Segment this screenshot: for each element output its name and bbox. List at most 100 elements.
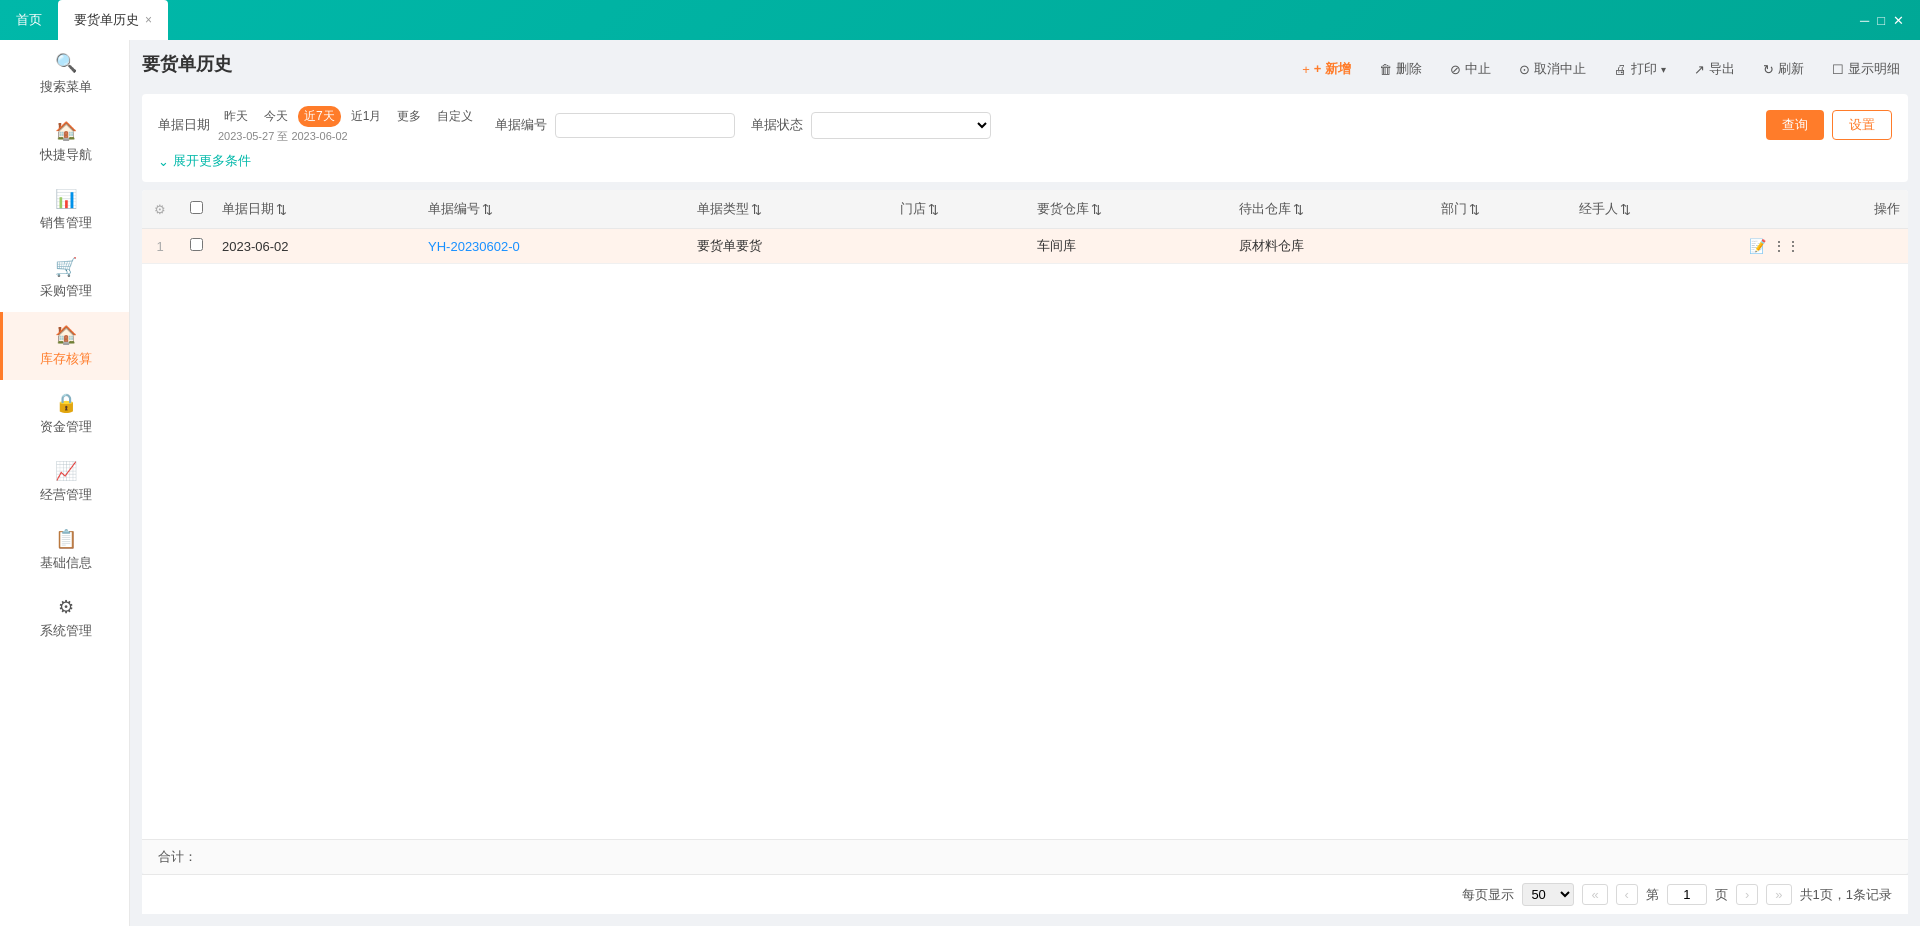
sort-icon: ⇅ — [1620, 202, 1631, 217]
purchase-icon: 🛒 — [55, 256, 77, 278]
col-settings-header[interactable]: ⚙ — [142, 190, 178, 229]
shortcut-custom[interactable]: 自定义 — [431, 106, 479, 127]
tab-requisition-history[interactable]: 要货单历史 × — [58, 0, 168, 40]
close-window-icon[interactable]: ✕ — [1893, 13, 1904, 28]
new-button[interactable]: + + 新增 — [1294, 56, 1359, 82]
filter-actions: 查询 设置 — [1766, 110, 1892, 140]
cancel-stop-icon: ⊙ — [1519, 62, 1530, 77]
tab-home[interactable]: 首页 — [0, 0, 58, 40]
sidebar-item-purchase[interactable]: 🛒 采购管理 — [0, 244, 129, 312]
row-type: 要货单要货 — [689, 229, 891, 264]
order-no-link[interactable]: YH-20230602-0 — [428, 239, 520, 254]
select-all-checkbox[interactable] — [190, 201, 203, 214]
sidebar-item-finance[interactable]: 🔒 资金管理 — [0, 380, 129, 448]
next-page-button[interactable]: › — [1736, 884, 1758, 905]
col-checkbox-header[interactable] — [178, 190, 214, 229]
shortcut-7days[interactable]: 近7天 — [298, 106, 341, 127]
shortcut-more[interactable]: 更多 — [391, 106, 427, 127]
row-handler — [1571, 229, 1741, 264]
sidebar-item-system[interactable]: ⚙ 系统管理 — [0, 584, 129, 652]
col-pend-warehouse-header[interactable]: 待出仓库⇅ — [1231, 190, 1433, 229]
row-checkbox[interactable] — [190, 238, 203, 251]
per-page-select[interactable]: 20 50 100 — [1522, 883, 1574, 906]
sort-icon: ⇅ — [276, 202, 287, 217]
shortcut-today[interactable]: 今天 — [258, 106, 294, 127]
stop-button[interactable]: ⊘ 中止 — [1442, 56, 1499, 82]
window-actions: ─ □ ✕ — [1860, 13, 1920, 28]
query-button[interactable]: 查询 — [1766, 110, 1824, 140]
delete-button[interactable]: 🗑 删除 — [1371, 56, 1430, 82]
order-no-input[interactable] — [555, 113, 735, 138]
order-no-filter-group: 单据编号 — [495, 113, 735, 138]
status-select[interactable] — [811, 112, 991, 139]
close-tab-icon[interactable]: × — [145, 13, 152, 27]
export-button[interactable]: ↗ 导出 — [1686, 56, 1743, 82]
sidebar-item-search[interactable]: 🔍 搜索菜单 — [0, 40, 129, 108]
col-order-no-header[interactable]: 单据编号⇅ — [420, 190, 689, 229]
row-pend-warehouse: 原材料仓库 — [1231, 229, 1433, 264]
col-type-header[interactable]: 单据类型⇅ — [689, 190, 891, 229]
row-num: 1 — [142, 229, 178, 264]
search-icon: 🔍 — [55, 52, 77, 74]
sort-icon: ⇅ — [1469, 202, 1480, 217]
refresh-icon: ↻ — [1763, 62, 1774, 77]
sidebar: 🔍 搜索菜单 🏠 快捷导航 📊 销售管理 🛒 采购管理 🏠 库存核算 🔒 资金管… — [0, 40, 130, 926]
status-filter-group: 单据状态 — [751, 112, 991, 139]
col-dept-header[interactable]: 部门⇅ — [1433, 190, 1570, 229]
summary-label: 合计： — [158, 848, 197, 866]
sort-icon: ⇅ — [928, 202, 939, 217]
date-shortcuts: 昨天 今天 近7天 近1月 更多 自定义 2023-05-27 至 2023-0… — [218, 106, 479, 144]
shortcut-1month[interactable]: 近1月 — [345, 106, 388, 127]
col-date-header[interactable]: 单据日期⇅ — [214, 190, 420, 229]
print-dropdown-icon: ▾ — [1661, 64, 1666, 75]
new-icon: + — [1302, 62, 1310, 77]
expand-filter-button[interactable]: ⌄ 展开更多条件 — [158, 152, 1892, 170]
settings-button[interactable]: 设置 — [1832, 110, 1892, 140]
col-req-warehouse-header[interactable]: 要货仓库⇅ — [1029, 190, 1231, 229]
total-info: 共1页，1条记录 — [1800, 886, 1892, 904]
row-date: 2023-06-02 — [214, 229, 420, 264]
table-footer: 合计： — [142, 839, 1908, 874]
finance-icon: 🔒 — [55, 392, 77, 414]
date-filter-group: 单据日期 昨天 今天 近7天 近1月 更多 自定义 2023-05-27 至 2… — [158, 106, 479, 144]
print-button[interactable]: 🖨 打印 ▾ — [1606, 56, 1674, 82]
row-req-warehouse: 车间库 — [1029, 229, 1231, 264]
sidebar-item-operations[interactable]: 📈 经营管理 — [0, 448, 129, 516]
last-page-button[interactable]: » — [1766, 884, 1791, 905]
minimize-icon[interactable]: ─ — [1860, 13, 1869, 28]
stop-icon: ⊘ — [1450, 62, 1461, 77]
toolbar: + + 新增 🗑 删除 ⊘ 中止 ⊙ 取消中止 🖨 打印 — [232, 56, 1908, 82]
cancel-stop-button[interactable]: ⊙ 取消中止 — [1511, 56, 1594, 82]
top-bar: 首页 要货单历史 × ─ □ ✕ — [0, 0, 1920, 40]
page-title: 要货单历史 — [142, 52, 232, 76]
row-checkbox-cell[interactable] — [178, 229, 214, 264]
shortcut-yesterday[interactable]: 昨天 — [218, 106, 254, 127]
page-number-input[interactable] — [1667, 884, 1707, 905]
first-page-button[interactable]: « — [1582, 884, 1607, 905]
data-table: ⚙ 单据日期⇅ 单据编号⇅ 单据类型⇅ — [142, 190, 1908, 264]
sort-icon: ⇅ — [482, 202, 493, 217]
system-icon: ⚙ — [58, 596, 74, 618]
maximize-icon[interactable]: □ — [1877, 13, 1885, 28]
col-handler-header[interactable]: 经手人⇅ — [1571, 190, 1741, 229]
tab-bar: 首页 要货单历史 × — [0, 0, 168, 40]
per-page-label: 每页显示 — [1462, 886, 1514, 904]
sort-icon: ⇅ — [1091, 202, 1102, 217]
display-detail-button[interactable]: ☐ 显示明细 — [1824, 56, 1908, 82]
order-no-label: 单据编号 — [495, 116, 547, 134]
row-more-icon[interactable]: ⋮⋮ — [1772, 238, 1800, 254]
sidebar-item-inventory[interactable]: 🏠 库存核算 — [0, 312, 129, 380]
row-edit-icon[interactable]: 📝 — [1749, 238, 1766, 254]
filter-panel: 单据日期 昨天 今天 近7天 近1月 更多 自定义 2023-05-27 至 2… — [142, 94, 1908, 182]
date-filter-label: 单据日期 — [158, 116, 210, 134]
sidebar-item-sales[interactable]: 📊 销售管理 — [0, 176, 129, 244]
col-action-header: 操作 — [1741, 190, 1908, 229]
refresh-button[interactable]: ↻ 刷新 — [1755, 56, 1812, 82]
sidebar-item-basic-info[interactable]: 📋 基础信息 — [0, 516, 129, 584]
sidebar-item-shortcuts[interactable]: 🏠 快捷导航 — [0, 108, 129, 176]
row-order-no[interactable]: YH-20230602-0 — [420, 229, 689, 264]
row-dept — [1433, 229, 1570, 264]
filter-row: 单据日期 昨天 今天 近7天 近1月 更多 自定义 2023-05-27 至 2… — [158, 106, 1892, 144]
col-store-header[interactable]: 门店⇅ — [892, 190, 1029, 229]
prev-page-button[interactable]: ‹ — [1616, 884, 1638, 905]
